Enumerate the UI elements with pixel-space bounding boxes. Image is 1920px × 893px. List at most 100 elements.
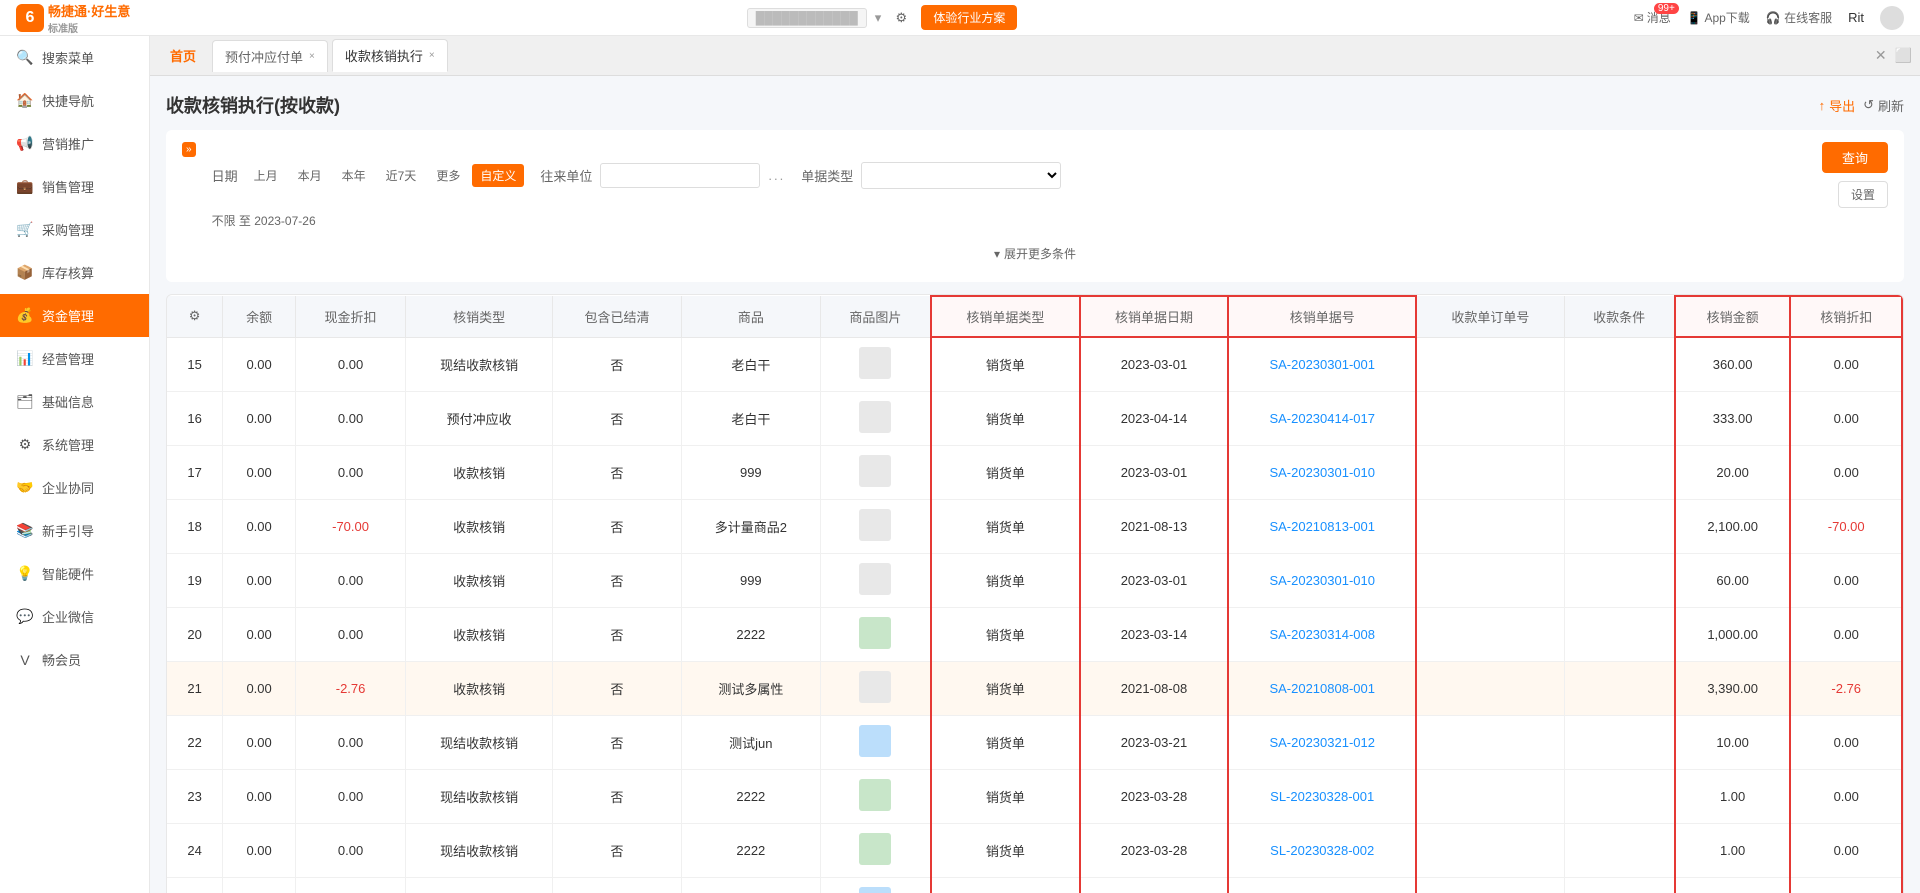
collapse-arrow[interactable]: » (182, 142, 196, 157)
cell-doc-no[interactable]: SA-20230321-012 (1228, 715, 1416, 769)
cell-doc-date: 2023-03-28 (1080, 769, 1229, 823)
counterpart-input[interactable] (600, 163, 760, 188)
cell-doc-no[interactable]: SL-20230328-002 (1228, 823, 1416, 877)
cell-goods-img (820, 337, 931, 391)
cell-receipt-order-no (1416, 445, 1564, 499)
maximize-icon[interactable]: ⬜ (1895, 47, 1912, 64)
cell-cash-discount: 0.00 (296, 445, 406, 499)
sidebar-item-purchase[interactable]: 🛒 采购管理 (0, 208, 149, 251)
cell-id: 24 (167, 823, 223, 877)
cell-receipt-condition (1564, 769, 1675, 823)
sidebar-item-corp[interactable]: 🤝 企业协同 (0, 466, 149, 509)
tab2-close-icon[interactable]: × (429, 50, 435, 61)
cell-doc-no[interactable]: SA-20230414-017 (1228, 391, 1416, 445)
app-download-btn[interactable]: 📱 App下载 (1687, 9, 1750, 26)
cell-id: 15 (167, 337, 223, 391)
sidebar-item-hardware[interactable]: 💡 智能硬件 (0, 552, 149, 595)
cell-doc-type: 销货单 (931, 499, 1080, 553)
btn-last-month[interactable]: 上月 (246, 164, 286, 187)
tab-home[interactable]: 首页 (158, 40, 208, 71)
cell-doc-no[interactable]: SA-20210813-001 (1228, 499, 1416, 553)
doc-no-link[interactable]: SA-20230321-012 (1269, 735, 1375, 750)
doc-no-link[interactable]: SL-20230328-002 (1270, 843, 1374, 858)
refresh-icon: ↺ (1863, 97, 1874, 113)
sidebar-item-ops[interactable]: 📊 经营管理 (0, 337, 149, 380)
cell-receipt-condition (1564, 715, 1675, 769)
setting-btn[interactable]: 设置 (1838, 181, 1888, 208)
dropdown-icon[interactable]: ▾ (875, 10, 882, 26)
cell-doc-no[interactable]: SA-20230301-010 (1228, 445, 1416, 499)
sidebar-item-system[interactable]: ⚙ 系统管理 (0, 423, 149, 466)
doc-no-link[interactable]: SA-20230314-008 (1269, 627, 1375, 642)
industry-btn[interactable]: 体验行业方案 (921, 5, 1017, 30)
btn-custom[interactable]: 自定义 (472, 164, 524, 187)
company-selector[interactable]: ████████████ (747, 8, 867, 28)
cell-verify-amount: 3,390.00 (1675, 661, 1791, 715)
doc-no-link[interactable]: SL-20230328-001 (1270, 789, 1374, 804)
cell-goods: 2222 (681, 823, 820, 877)
cell-include-settled: 否 (553, 499, 682, 553)
sidebar-item-marketing[interactable]: 📢 营销推广 (0, 122, 149, 165)
sidebar-item-inventory[interactable]: 📦 库存核算 (0, 251, 149, 294)
cell-include-settled: 否 (553, 769, 682, 823)
cell-goods-img (820, 445, 931, 499)
doc-no-link[interactable]: SA-20210808-001 (1269, 681, 1375, 696)
cell-receipt-order-no (1416, 499, 1564, 553)
sidebar-item-search[interactable]: 🔍 搜索菜单 (0, 36, 149, 79)
sidebar-item-wechat[interactable]: 💬 企业微信 (0, 595, 149, 638)
corp-icon: 🤝 (16, 479, 34, 497)
cell-doc-no[interactable]: SA-20230301-010 (1228, 553, 1416, 607)
btn-this-year[interactable]: 本年 (334, 164, 374, 187)
sidebar-label-member: 畅会员 (42, 650, 81, 669)
export-icon: ↑ (1819, 98, 1826, 113)
doc-no-link[interactable]: SA-20230301-010 (1269, 465, 1375, 480)
doc-no-link[interactable]: SA-20210813-001 (1269, 519, 1375, 534)
member-icon: V (16, 651, 34, 669)
online-support-btn[interactable]: 🎧 在线客服 (1766, 9, 1832, 26)
cell-doc-no[interactable]: SA-20210808-001 (1228, 661, 1416, 715)
sidebar-item-quicknav[interactable]: 🏠 快捷导航 (0, 79, 149, 122)
sidebar-item-member[interactable]: V 畅会员 (0, 638, 149, 681)
cell-doc-type: 销货单 (931, 715, 1080, 769)
settings-btn[interactable]: ⚙ (889, 6, 913, 30)
th-settings[interactable]: ⚙ (167, 296, 223, 337)
cell-goods: 999 (681, 445, 820, 499)
tab2-label: 收款核销执行 (345, 46, 423, 65)
refresh-btn[interactable]: ↺ 刷新 (1863, 96, 1904, 115)
user-avatar[interactable] (1880, 6, 1904, 30)
doc-no-link[interactable]: SA-20230414-017 (1269, 411, 1375, 426)
counterpart-dots-btn[interactable]: ... (768, 168, 785, 183)
sidebar-item-base[interactable]: 🗂 基础信息 (0, 380, 149, 423)
base-icon: 🗂 (16, 393, 34, 411)
cell-doc-no[interactable]: SA-20230314-008 (1228, 607, 1416, 661)
doc-no-link[interactable]: SA-20230301-010 (1269, 573, 1375, 588)
cell-goods-img (820, 553, 931, 607)
th-doc-type: 核销单据类型 (931, 296, 1080, 337)
doc-type-select[interactable] (861, 162, 1061, 189)
tab1-close-icon[interactable]: × (309, 51, 315, 62)
btn-this-month[interactable]: 本月 (290, 164, 330, 187)
btn-more[interactable]: 更多 (428, 164, 468, 187)
expand-btn[interactable]: ▾ 展开更多条件 (994, 245, 1076, 262)
query-btn[interactable]: 查询 (1822, 142, 1888, 173)
expand-row: ▾ 展开更多条件 (182, 237, 1888, 270)
close-window-icon[interactable]: ✕ (1875, 47, 1887, 64)
cell-goods: 测试jun (681, 715, 820, 769)
cell-receipt-condition (1564, 445, 1675, 499)
tab-verify[interactable]: 收款核销执行 × (332, 39, 448, 72)
export-btn[interactable]: ↑ 导出 (1819, 96, 1856, 115)
messages-btn[interactable]: ✉ 消息 99+ (1634, 9, 1671, 26)
cell-doc-no[interactable]: SL-20230328-001 (1228, 769, 1416, 823)
tab-prepay[interactable]: 预付冲应付单 × (212, 40, 328, 72)
filter-area: » 日期 上月 本月 本年 近7天 更多 (166, 130, 1904, 282)
sidebar-item-sales[interactable]: 💼 销售管理 (0, 165, 149, 208)
counterpart-label: 往来单位 (540, 166, 592, 185)
user-name: Rit (1848, 10, 1864, 25)
doc-no-link[interactable]: SA-20230301-001 (1269, 357, 1375, 372)
cell-cash-discount: 0.00 (296, 553, 406, 607)
sidebar-item-finance[interactable]: 💰 资金管理 (0, 294, 149, 337)
cell-doc-no[interactable]: SA-20230301-001 (1228, 337, 1416, 391)
sidebar-item-guide[interactable]: 📚 新手引导 (0, 509, 149, 552)
btn-last7[interactable]: 近7天 (378, 164, 425, 187)
cell-doc-no[interactable]: SA-20230331-026 (1228, 877, 1416, 893)
